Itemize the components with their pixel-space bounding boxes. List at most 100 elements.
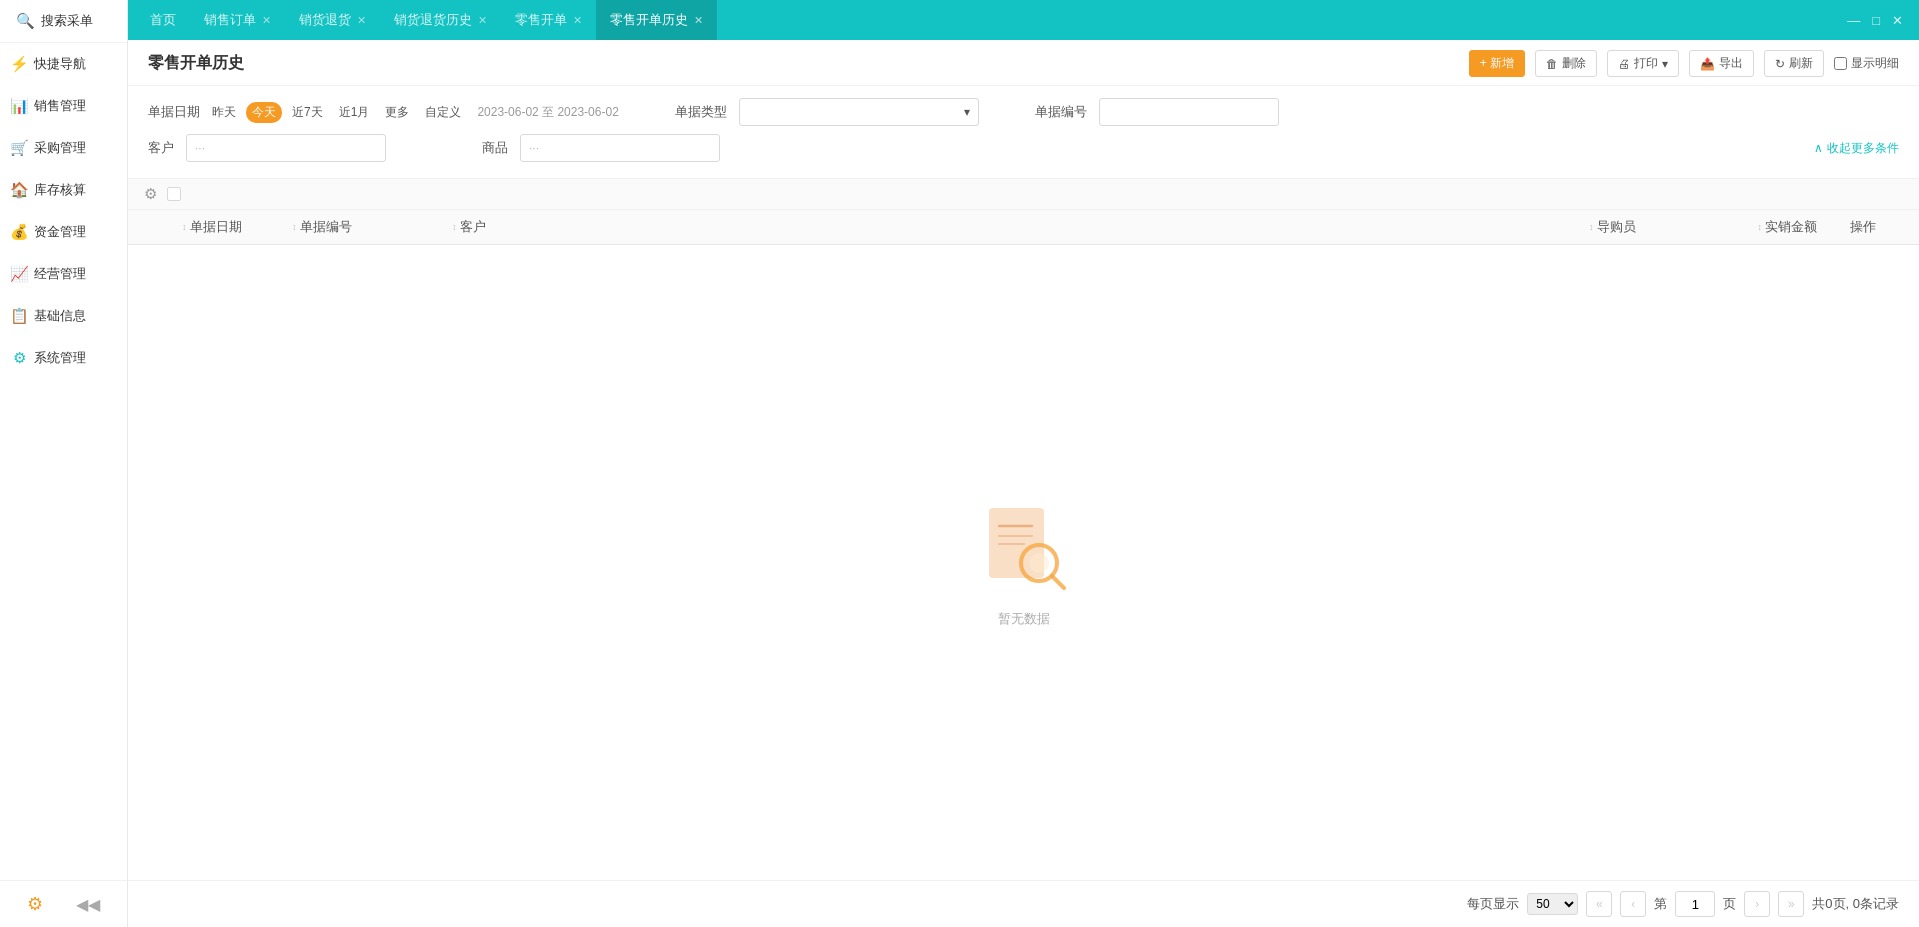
tab-sales-order-label: 销售订单 [204, 11, 256, 29]
filter-doctype-select[interactable]: ▾ [739, 98, 979, 126]
sidebar-item-operation[interactable]: 📈 经营管理 [0, 253, 127, 295]
sidebar-item-inventory[interactable]: 🏠 库存核算 [0, 169, 127, 211]
collapse-up-icon: ∧ [1814, 141, 1823, 155]
svg-point-6 [1029, 553, 1049, 573]
sidebar-item-label: 采购管理 [34, 139, 86, 157]
window-close-btn[interactable]: ✕ [1892, 13, 1903, 28]
settings-icon[interactable]: ⚙ [27, 893, 43, 915]
window-maximize-btn[interactable]: □ [1872, 13, 1880, 28]
filter-row-2: 客户 ··· 商品 ··· ∧ 收起更多条件 [148, 134, 1899, 162]
sidebar: 🔍 搜索采单 ⚡ 快捷导航 📊 销售管理 🛒 采购管理 🏠 库存核算 💰 资金管… [0, 0, 128, 927]
collapse-filter-btn[interactable]: ∧ 收起更多条件 [1814, 136, 1899, 161]
tab-sales-order[interactable]: 销售订单 ✕ [190, 0, 285, 40]
quick-nav-icon: ⚡ [10, 55, 28, 73]
sort-icon-up: ↕ [182, 222, 187, 232]
refresh-icon: ↻ [1775, 57, 1785, 71]
tab-sales-return-history-close[interactable]: ✕ [478, 14, 487, 27]
refresh-button[interactable]: ↻ 刷新 [1764, 50, 1824, 77]
first-page-btn[interactable]: « [1586, 891, 1612, 917]
th-number[interactable]: ↕ 单据编号 [286, 210, 446, 244]
filter-goods-input[interactable]: ··· [520, 134, 720, 162]
delete-button[interactable]: 🗑 删除 [1535, 50, 1597, 77]
print-button[interactable]: 🖨 打印 ▾ [1607, 50, 1679, 77]
filter-docnumber-item: 单据编号 [1035, 98, 1279, 126]
date-btn-last7[interactable]: 近7天 [286, 102, 329, 123]
sidebar-item-label: 库存核算 [34, 181, 86, 199]
th-amount[interactable]: ↕ 实销金额 [1703, 210, 1823, 244]
sidebar-item-purchase[interactable]: 🛒 采购管理 [0, 127, 127, 169]
th-date[interactable]: ↕ 单据日期 [176, 210, 286, 244]
basic-icon: 📋 [10, 307, 28, 325]
last-page-btn[interactable]: » [1778, 891, 1804, 917]
tab-sales-return[interactable]: 销货退货 ✕ [285, 0, 380, 40]
table-column-settings-icon[interactable]: ⚙ [144, 185, 157, 203]
sidebar-item-quick-nav[interactable]: ⚡ 快捷导航 [0, 43, 127, 85]
sort-icon: ↕ [1758, 222, 1763, 232]
page-label-post: 页 [1723, 895, 1736, 913]
tab-retail-open-history[interactable]: 零售开单历史 ✕ [596, 0, 717, 40]
doctype-dropdown-icon: ▾ [964, 105, 970, 119]
filter-doctype-label: 单据类型 [675, 103, 727, 121]
sidebar-search[interactable]: 🔍 搜索采单 [0, 0, 127, 43]
prev-page-btn[interactable]: ‹ [1620, 891, 1646, 917]
empty-icon [974, 498, 1074, 598]
tab-retail-open[interactable]: 零售开单 ✕ [501, 0, 596, 40]
th-customer[interactable]: ↕ 客户 [446, 210, 1583, 244]
page-number-input[interactable] [1675, 891, 1715, 917]
topnav-right-controls: — □ ✕ [1847, 13, 1911, 28]
empty-state: 暂无数据 [128, 245, 1919, 880]
filter-customer-input[interactable]: ··· [186, 134, 386, 162]
inventory-icon: 🏠 [10, 181, 28, 199]
tab-sales-return-history-label: 销货退货历史 [394, 11, 472, 29]
empty-text: 暂无数据 [998, 610, 1050, 628]
sidebar-item-label: 经营管理 [34, 265, 86, 283]
export-button[interactable]: 📤 导出 [1689, 50, 1754, 77]
sidebar-item-label: 销售管理 [34, 97, 86, 115]
next-page-btn[interactable]: › [1744, 891, 1770, 917]
tab-home-label: 首页 [150, 11, 176, 29]
table-toolbar: ⚙ [128, 179, 1919, 210]
collapse-filter-label: 收起更多条件 [1827, 140, 1899, 157]
collapse-sidebar-icon[interactable]: ◀◀ [76, 895, 100, 914]
page-label-pre: 第 [1654, 895, 1667, 913]
th-guide[interactable]: ↕ 导购员 [1583, 210, 1703, 244]
tab-sales-order-close[interactable]: ✕ [262, 14, 271, 27]
tab-sales-return-history[interactable]: 销货退货历史 ✕ [380, 0, 501, 40]
purchase-icon: 🛒 [10, 139, 28, 157]
filter-docnumber-input[interactable] [1099, 98, 1279, 126]
operation-icon: 📈 [10, 265, 28, 283]
page-size-select[interactable]: 50 10 20 100 [1527, 893, 1578, 915]
filter-goods-label: 商品 [482, 139, 508, 157]
export-icon: 📤 [1700, 57, 1715, 71]
sidebar-item-basic[interactable]: 📋 基础信息 [0, 295, 127, 337]
display-detail-checkbox[interactable] [1834, 57, 1847, 70]
date-btn-more[interactable]: 更多 [379, 102, 415, 123]
sidebar-item-sales[interactable]: 📊 销售管理 [0, 85, 127, 127]
tab-sales-return-close[interactable]: ✕ [357, 14, 366, 27]
select-all-checkbox[interactable] [167, 187, 181, 201]
system-icon: ⚙ [10, 349, 28, 367]
topnav: 首页 销售订单 ✕ 销货退货 ✕ 销货退货历史 ✕ 零售开单 ✕ 零售开单历史 … [128, 0, 1919, 40]
goods-dots: ··· [529, 141, 539, 155]
finance-icon: 💰 [10, 223, 28, 241]
filter-date-btns: 昨天 今天 近7天 近1月 更多 自定义 [206, 102, 467, 123]
filter-customer-label: 客户 [148, 139, 174, 157]
filter-docnumber-label: 单据编号 [1035, 103, 1087, 121]
sidebar-item-system[interactable]: ⚙ 系统管理 [0, 337, 127, 379]
tab-retail-open-close[interactable]: ✕ [573, 14, 582, 27]
search-icon: 🔍 [16, 12, 35, 30]
add-button[interactable]: + 新增 [1469, 50, 1525, 77]
tab-home[interactable]: 首页 [136, 0, 190, 40]
total-info: 共0页, 0条记录 [1812, 895, 1899, 913]
date-btn-yesterday[interactable]: 昨天 [206, 102, 242, 123]
delete-icon: 🗑 [1546, 57, 1558, 71]
filter-row-1: 单据日期 昨天 今天 近7天 近1月 更多 自定义 2023-06-02 至 2… [148, 98, 1899, 126]
tab-retail-open-history-close[interactable]: ✕ [694, 14, 703, 27]
sidebar-item-finance[interactable]: 💰 资金管理 [0, 211, 127, 253]
date-btn-last1month[interactable]: 近1月 [333, 102, 376, 123]
sort-icon: ↕ [452, 222, 457, 232]
window-minimize-btn[interactable]: — [1847, 13, 1860, 28]
print-icon: 🖨 [1618, 57, 1630, 71]
date-btn-custom[interactable]: 自定义 [419, 102, 467, 123]
date-btn-today[interactable]: 今天 [246, 102, 282, 123]
